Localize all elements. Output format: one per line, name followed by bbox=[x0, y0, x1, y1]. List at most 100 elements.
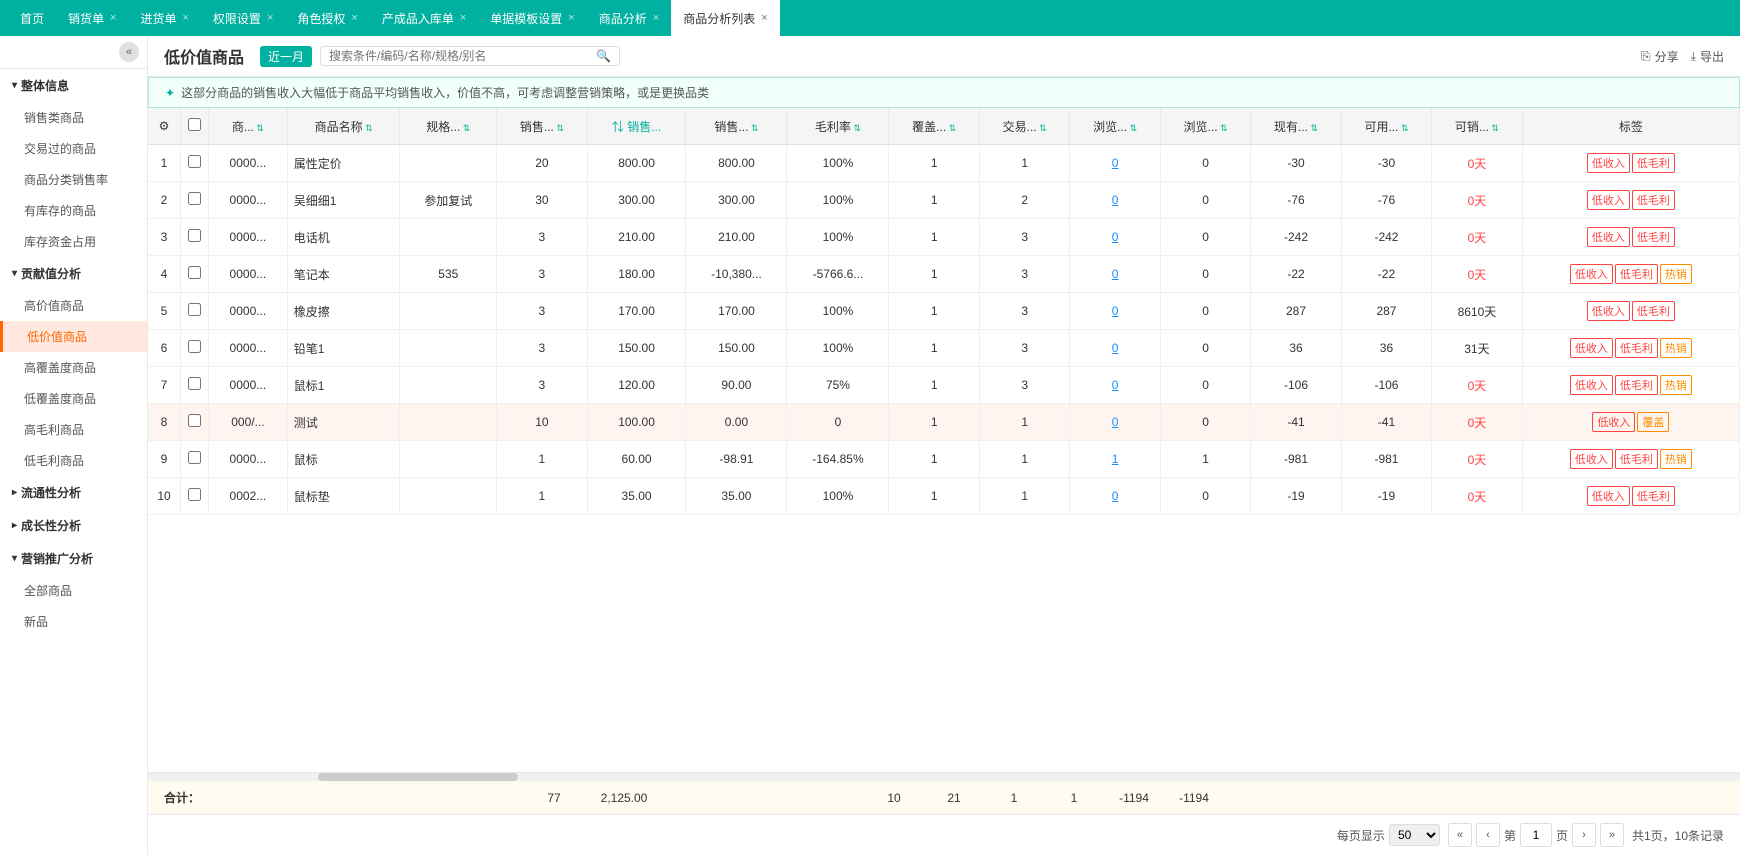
col-sale-qty[interactable]: 销售... ⇅ bbox=[497, 108, 587, 145]
row-checkbox[interactable] bbox=[181, 145, 209, 182]
sidebar-item-traded-products[interactable]: 交易过的商品 bbox=[0, 133, 147, 164]
search-icon[interactable]: 🔍 bbox=[596, 49, 611, 63]
nav-product-analysis[interactable]: 商品分析 × bbox=[587, 0, 671, 36]
row-checkbox[interactable] bbox=[181, 367, 209, 404]
close-icon[interactable]: × bbox=[351, 12, 357, 24]
first-page-btn[interactable]: « bbox=[1448, 823, 1472, 847]
col-spec[interactable]: 规格... ⇅ bbox=[400, 108, 497, 145]
prev-page-btn[interactable]: ‹ bbox=[1476, 823, 1500, 847]
col-browse1[interactable]: 浏览... ⇅ bbox=[1070, 108, 1160, 145]
col-stock-saleable[interactable]: 可销... ⇅ bbox=[1432, 108, 1522, 145]
nav-template-settings[interactable]: 单据模板设置 × bbox=[478, 0, 586, 36]
row-browse1[interactable]: 0 bbox=[1070, 293, 1160, 330]
share-button[interactable]: ⎘ 分享 bbox=[1641, 48, 1679, 65]
row-checkbox[interactable] bbox=[181, 256, 209, 293]
browse-link[interactable]: 0 bbox=[1112, 230, 1119, 244]
col-checkbox[interactable] bbox=[181, 108, 209, 145]
nav-roles[interactable]: 角色授权 × bbox=[285, 0, 369, 36]
close-icon[interactable]: × bbox=[110, 12, 116, 24]
row-checkbox[interactable] bbox=[181, 404, 209, 441]
browse-link[interactable]: 1 bbox=[1112, 452, 1119, 466]
browse-link[interactable]: 0 bbox=[1112, 267, 1119, 281]
sidebar-group-growth[interactable]: ▸ 成长性分析 bbox=[0, 509, 147, 542]
nav-sales-order[interactable]: 销货单 × bbox=[56, 0, 128, 36]
col-coverage[interactable]: 覆盖... ⇅ bbox=[889, 108, 979, 145]
sidebar-item-low-coverage[interactable]: 低覆盖度商品 bbox=[0, 383, 147, 414]
sidebar-group-overall[interactable]: ▾ 整体信息 bbox=[0, 69, 147, 102]
close-icon[interactable]: × bbox=[460, 12, 466, 24]
select-all-checkbox[interactable] bbox=[188, 118, 201, 131]
col-gross-margin[interactable]: 毛利率 ⇅ bbox=[787, 108, 889, 145]
sidebar-item-low-value[interactable]: 低价值商品 bbox=[0, 321, 147, 352]
close-icon[interactable]: × bbox=[653, 12, 659, 24]
sidebar-item-new-products[interactable]: 新品 bbox=[0, 606, 147, 637]
page-number-input[interactable] bbox=[1520, 823, 1552, 847]
browse-link[interactable]: 0 bbox=[1112, 156, 1119, 170]
nav-product-analysis-list[interactable]: 商品分析列表 × bbox=[671, 0, 779, 36]
sidebar-item-all-products[interactable]: 全部商品 bbox=[0, 575, 147, 606]
sidebar-group-marketing[interactable]: ▾ 营销推广分析 bbox=[0, 542, 147, 575]
sidebar-collapse-btn[interactable]: « bbox=[119, 42, 139, 62]
next-page-btn[interactable]: › bbox=[1572, 823, 1596, 847]
col-trade[interactable]: 交易... ⇅ bbox=[979, 108, 1069, 145]
close-icon[interactable]: × bbox=[267, 12, 273, 24]
date-filter-btn[interactable]: 近一月 bbox=[260, 46, 312, 67]
sidebar-item-stock-funds[interactable]: 库存资金占用 bbox=[0, 226, 147, 257]
close-icon[interactable]: × bbox=[182, 12, 188, 24]
row-code: 0000... bbox=[209, 256, 288, 293]
alert-bar: ✦ 这部分商品的销售收入大幅低于商品平均销售收入，价值不高，可考虑调整营销策略，… bbox=[148, 77, 1740, 108]
sidebar-item-sales-products[interactable]: 销售类商品 bbox=[0, 102, 147, 133]
col-browse2[interactable]: 浏览... ⇅ bbox=[1160, 108, 1250, 145]
row-checkbox[interactable] bbox=[181, 330, 209, 367]
sidebar-item-low-profit[interactable]: 低毛利商品 bbox=[0, 445, 147, 476]
sidebar-item-high-coverage[interactable]: 高覆盖度商品 bbox=[0, 352, 147, 383]
sidebar-group-contribution[interactable]: ▾ 贡献值分析 bbox=[0, 257, 147, 290]
row-browse1[interactable]: 0 bbox=[1070, 182, 1160, 219]
browse-link[interactable]: 0 bbox=[1112, 378, 1119, 392]
row-checkbox[interactable] bbox=[181, 441, 209, 478]
col-name[interactable]: 商品名称 ⇅ bbox=[287, 108, 400, 145]
sidebar-item-high-profit[interactable]: 高毛利商品 bbox=[0, 414, 147, 445]
export-button[interactable]: ⤓ 导出 bbox=[1691, 48, 1724, 65]
nav-permissions[interactable]: 权限设置 × bbox=[201, 0, 285, 36]
row-browse1[interactable]: 0 bbox=[1070, 404, 1160, 441]
close-icon[interactable]: × bbox=[568, 12, 574, 24]
last-page-btn[interactable]: » bbox=[1600, 823, 1624, 847]
row-checkbox[interactable] bbox=[181, 182, 209, 219]
col-code[interactable]: 商... ⇅ bbox=[209, 108, 288, 145]
sidebar-item-high-value[interactable]: 高价值商品 bbox=[0, 290, 147, 321]
browse-link[interactable]: 0 bbox=[1112, 489, 1119, 503]
settings-icon[interactable]: ⚙ bbox=[154, 116, 174, 136]
browse-link[interactable]: 0 bbox=[1112, 341, 1119, 355]
col-sale-amount[interactable]: ⇅ 销售... bbox=[587, 108, 686, 145]
browse-link[interactable]: 0 bbox=[1112, 193, 1119, 207]
row-browse1[interactable]: 0 bbox=[1070, 478, 1160, 515]
row-browse1[interactable]: 0 bbox=[1070, 145, 1160, 182]
horizontal-scrollbar[interactable] bbox=[148, 773, 1740, 781]
col-tags[interactable]: 标签 bbox=[1522, 108, 1739, 145]
scrollbar-thumb[interactable] bbox=[318, 773, 518, 781]
row-checkbox[interactable] bbox=[181, 478, 209, 515]
sidebar-item-stock-products[interactable]: 有库存的商品 bbox=[0, 195, 147, 226]
sidebar-group-liquidity[interactable]: ▸ 流通性分析 bbox=[0, 476, 147, 509]
col-stock-available[interactable]: 可用... ⇅ bbox=[1341, 108, 1431, 145]
col-sale-profit[interactable]: 销售... ⇅ bbox=[686, 108, 787, 145]
row-browse1[interactable]: 0 bbox=[1070, 367, 1160, 404]
search-input[interactable] bbox=[329, 49, 596, 63]
col-stock-current[interactable]: 现有... ⇅ bbox=[1251, 108, 1341, 145]
row-checkbox[interactable] bbox=[181, 293, 209, 330]
browse-link[interactable]: 0 bbox=[1112, 415, 1119, 429]
row-browse1[interactable]: 0 bbox=[1070, 256, 1160, 293]
per-page-select[interactable]: 50 100 200 bbox=[1389, 824, 1440, 846]
nav-product-storage[interactable]: 产成品入库单 × bbox=[370, 0, 478, 36]
browse-link[interactable]: 0 bbox=[1112, 304, 1119, 318]
nav-home[interactable]: 首页 bbox=[8, 0, 56, 36]
nav-purchase-order[interactable]: 进货单 × bbox=[128, 0, 200, 36]
sidebar-item-category-sales-rate[interactable]: 商品分类销售率 bbox=[0, 164, 147, 195]
close-icon[interactable]: × bbox=[761, 12, 767, 24]
row-browse1[interactable]: 0 bbox=[1070, 330, 1160, 367]
row-browse1[interactable]: 1 bbox=[1070, 441, 1160, 478]
col-settings[interactable]: ⚙ bbox=[148, 108, 181, 145]
row-checkbox[interactable] bbox=[181, 219, 209, 256]
row-browse1[interactable]: 0 bbox=[1070, 219, 1160, 256]
